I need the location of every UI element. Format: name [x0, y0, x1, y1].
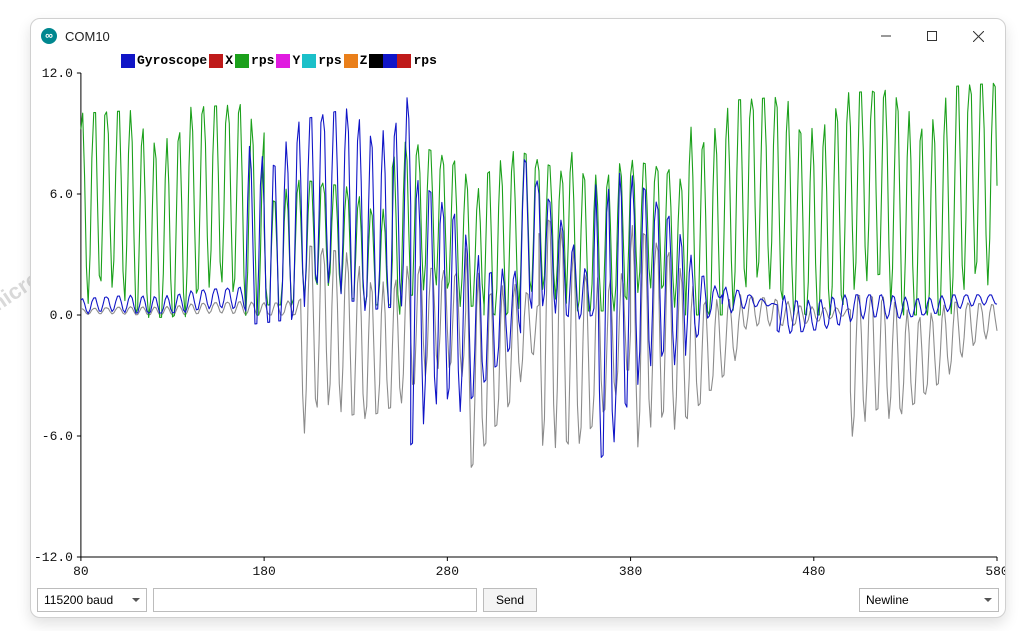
svg-text:580: 580 [985, 564, 1005, 579]
serial-plotter-window: COM10 GyroscopeXrpsYrpsZrps -12.0-6.00.0… [30, 18, 1006, 618]
line-ending-select[interactable]: Newline [859, 588, 999, 612]
plot-area: GyroscopeXrpsYrpsZrps -12.0-6.00.06.012.… [31, 53, 1005, 585]
svg-text:380: 380 [619, 564, 642, 579]
svg-text:80: 80 [73, 564, 89, 579]
minimize-button[interactable] [863, 21, 909, 51]
maximize-button[interactable] [909, 21, 955, 51]
arduino-icon [41, 28, 57, 44]
svg-text:12.0: 12.0 [42, 66, 73, 81]
plot-canvas: -12.0 -6.0 0.0 6.0 12.0 80 180 280 380 480 580 [31, 53, 1005, 585]
svg-text:-6.0: -6.0 [42, 429, 73, 444]
serial-input[interactable] [153, 588, 477, 612]
svg-text:280: 280 [436, 564, 459, 579]
send-button[interactable]: Send [483, 588, 537, 612]
footer-bar: 115200 baud Send Newline [31, 585, 1005, 617]
svg-text:-12.0: -12.0 [34, 550, 73, 565]
svg-text:480: 480 [802, 564, 825, 579]
baud-select[interactable]: 115200 baud [37, 588, 147, 612]
svg-text:180: 180 [252, 564, 275, 579]
svg-text:0.0: 0.0 [50, 308, 73, 323]
svg-text:6.0: 6.0 [50, 187, 73, 202]
titlebar: COM10 [31, 19, 1005, 53]
close-button[interactable] [955, 21, 1001, 51]
window-title: COM10 [65, 29, 110, 44]
line-ending-value: Newline [866, 593, 909, 607]
baud-value: 115200 baud [44, 593, 113, 607]
